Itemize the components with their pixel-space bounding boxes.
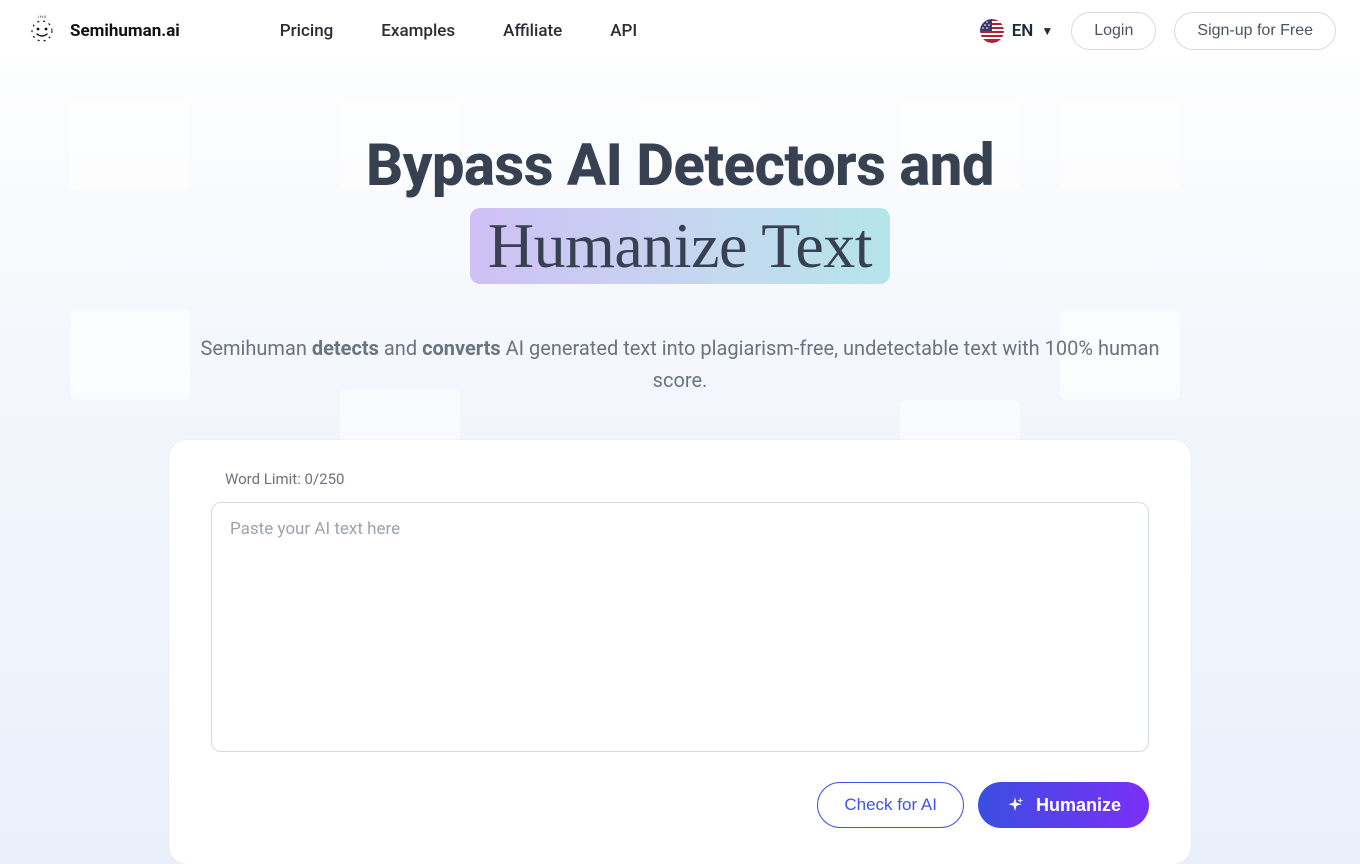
check-ai-button[interactable]: Check for AI — [817, 782, 964, 828]
editor-panel: Word Limit: 0/250 Check for AI Humanize — [169, 440, 1191, 864]
subtitle-suffix: AI generated text into plagiarism-free, … — [501, 336, 1160, 392]
text-input[interactable] — [211, 502, 1149, 752]
subtitle-bold2: converts — [422, 336, 501, 360]
brand-name: Semihuman.ai — [70, 21, 180, 41]
subtitle-mid: and — [379, 336, 422, 360]
nav-affiliate[interactable]: Affiliate — [503, 21, 562, 41]
header-right: EN ▼ Login Sign-up for Free — [980, 12, 1336, 50]
flag-us-icon — [980, 19, 1004, 43]
header: I H U Semihuman.ai Pricing Examples Affi… — [0, 0, 1360, 62]
word-limit-label: Word Limit: 0/250 — [225, 470, 1149, 488]
caret-down-icon: ▼ — [1041, 24, 1053, 38]
humanize-button[interactable]: Humanize — [978, 782, 1149, 828]
subtitle-prefix: Semihuman — [200, 336, 311, 360]
humanize-button-label: Humanize — [1036, 795, 1121, 816]
language-code: EN — [1012, 21, 1034, 41]
sparkle-icon — [1006, 796, 1024, 814]
hero-title: Bypass AI Detectors and Humanize Text — [0, 132, 1360, 284]
main-content: Bypass AI Detectors and Humanize Text Se… — [0, 62, 1360, 864]
login-button[interactable]: Login — [1071, 12, 1156, 50]
nav-pricing[interactable]: Pricing — [280, 21, 334, 41]
hero-title-line1: Bypass AI Detectors and — [366, 132, 994, 200]
hero-title-highlight: Humanize Text — [470, 208, 890, 284]
panel-actions: Check for AI Humanize — [211, 782, 1149, 828]
language-selector[interactable]: EN ▼ — [980, 19, 1054, 43]
subtitle-bold1: detects — [312, 336, 379, 360]
hero-subtitle: Semihuman detects and converts AI genera… — [190, 332, 1170, 396]
signup-button[interactable]: Sign-up for Free — [1174, 12, 1336, 50]
svg-text:I H U: I H U — [38, 14, 47, 19]
logo[interactable]: I H U Semihuman.ai — [24, 13, 180, 49]
nav-examples[interactable]: Examples — [381, 21, 455, 41]
main-nav: Pricing Examples Affiliate API — [280, 21, 637, 41]
logo-icon: I H U — [24, 13, 60, 49]
nav-api[interactable]: API — [610, 21, 637, 41]
